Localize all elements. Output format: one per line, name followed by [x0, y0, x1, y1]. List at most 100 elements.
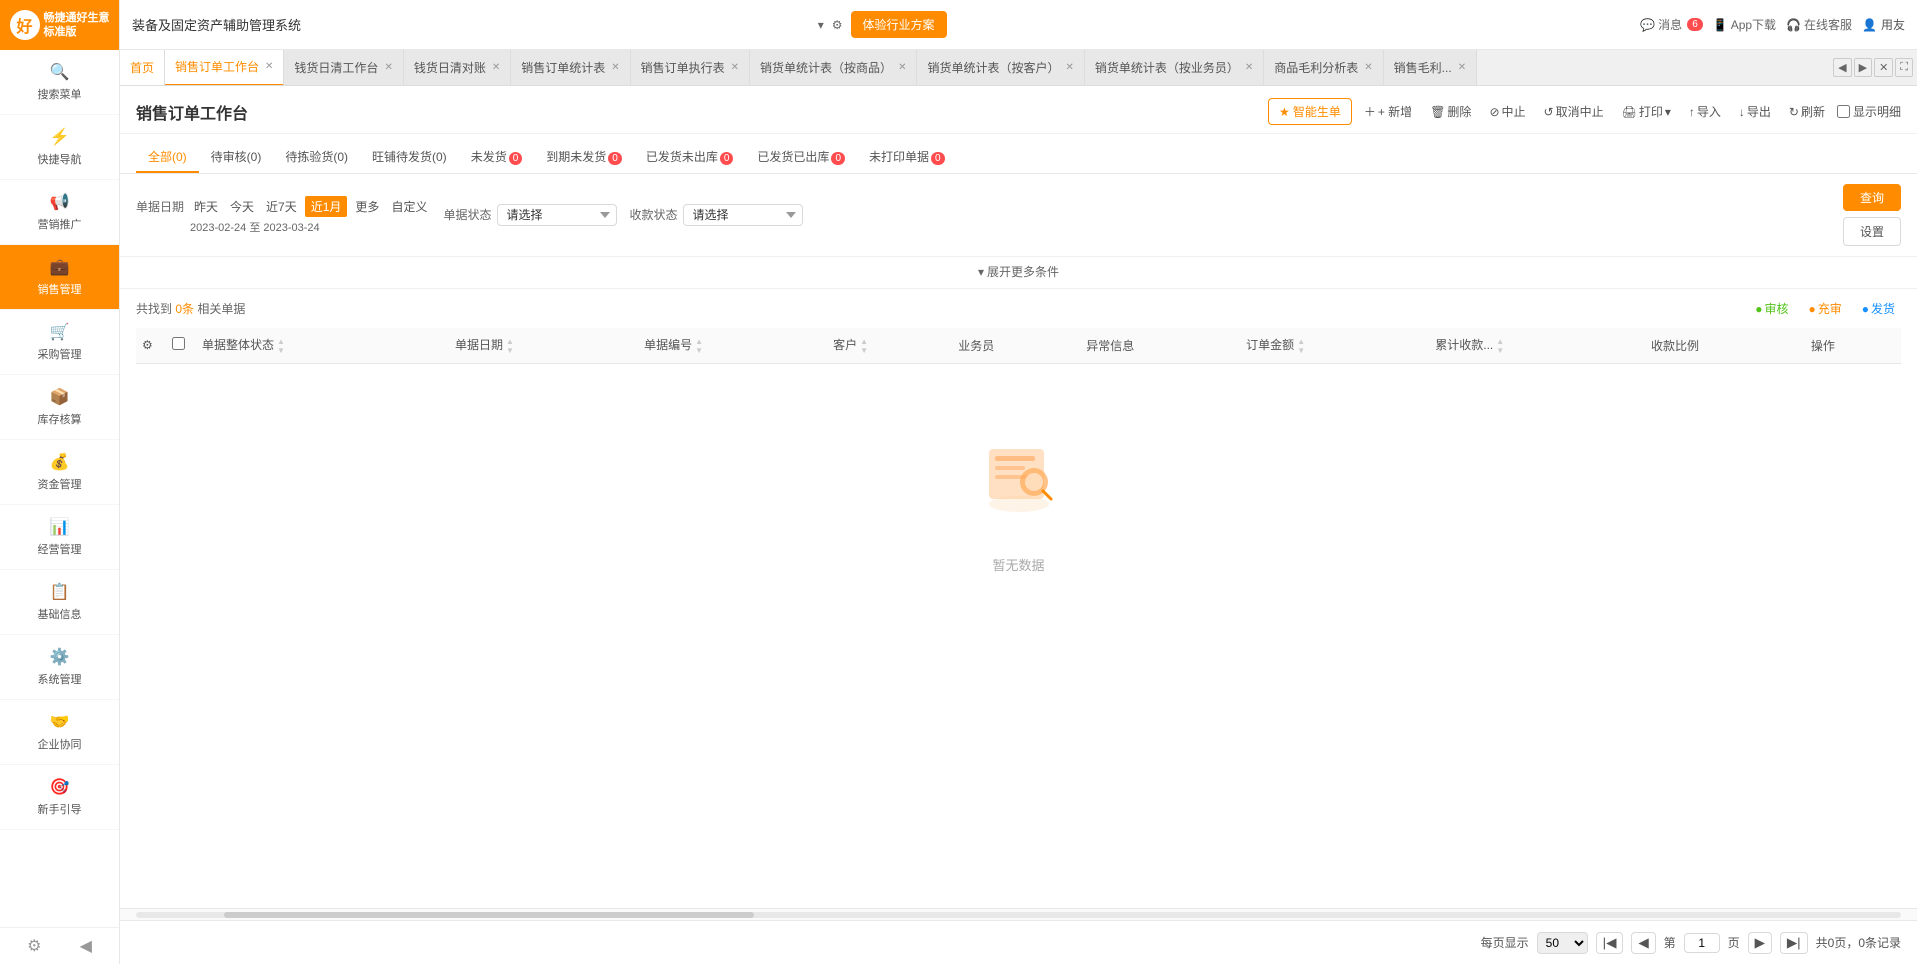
stop-btn[interactable]: ⊘ 中止: [1483, 99, 1531, 124]
payment-filter-select[interactable]: 请选择: [683, 204, 803, 226]
sub-tab-wangpu-pending[interactable]: 旺铺待发货(0): [360, 142, 459, 173]
th-overall-status[interactable]: 单据整体状态▲▼: [196, 328, 449, 363]
add-btn[interactable]: ＋ + 新增: [1358, 99, 1418, 124]
sidebar-item-8[interactable]: 📋基础信息: [0, 570, 119, 635]
tab-fullscreen-btn[interactable]: ⛶: [1895, 58, 1913, 77]
select-all-checkbox[interactable]: [172, 337, 185, 350]
tab-prev-btn[interactable]: ◀: [1833, 58, 1851, 77]
sidebar-item-2[interactable]: 📢营销推广: [0, 180, 119, 245]
tab-sales-by-customer[interactable]: 销货单统计表（按客户） ✕: [917, 50, 1084, 86]
sub-tab-all[interactable]: 全部(0): [136, 142, 199, 173]
sidebar-item-7[interactable]: 📊经营管理: [0, 505, 119, 570]
sidebar-item-0[interactable]: 🔍搜索菜单: [0, 50, 119, 115]
sidebar-item-5[interactable]: 📦库存核算: [0, 375, 119, 440]
sub-tab-not-printed[interactable]: 未打印单据0: [857, 142, 957, 173]
page-prev-btn[interactable]: ◀: [1631, 932, 1655, 954]
tab-close-margin[interactable]: ✕: [1364, 62, 1372, 73]
th-settings[interactable]: ⚙: [136, 328, 166, 363]
tab-daily-clear[interactable]: 钱货日清工作台 ✕: [284, 50, 403, 86]
last7days-option[interactable]: 近7天: [262, 196, 301, 217]
tab-order-exec[interactable]: 销售订单执行表 ✕: [631, 50, 750, 86]
tab-close-sales-product[interactable]: ✕: [898, 62, 906, 73]
collapse-sidebar-icon[interactable]: ◀: [80, 936, 92, 956]
sidebar-item-10[interactable]: 🤝企业协同: [0, 700, 119, 765]
message-btn[interactable]: 💬 消息 6: [1640, 16, 1703, 33]
system-dropdown-icon[interactable]: ▾: [818, 18, 824, 32]
tab-close-all-btn[interactable]: ✕: [1874, 58, 1893, 77]
expand-more-btn[interactable]: ▾ 展开更多条件: [978, 263, 1059, 280]
tab-next-btn[interactable]: ▶: [1854, 58, 1872, 77]
scroll-thumb[interactable]: [224, 912, 754, 918]
tab-close-order-exec[interactable]: ✕: [731, 62, 739, 73]
query-btn[interactable]: 查询: [1843, 184, 1901, 211]
settings-icon-btn[interactable]: ⚙: [832, 18, 843, 32]
sub-tab-overdue-ship[interactable]: 到期未发货0: [534, 142, 634, 173]
per-page-select[interactable]: 50 10 20 100: [1537, 932, 1588, 954]
sub-tab-shipped-out[interactable]: 已发货已出库0: [745, 142, 857, 173]
today-option[interactable]: 今天: [226, 196, 258, 217]
th-amount[interactable]: 订单金额▲▼: [1240, 328, 1429, 363]
sidebar-item-4[interactable]: 🛒采购管理: [0, 310, 119, 375]
tab-sales-workbench[interactable]: 销售订单工作台 ✕: [165, 50, 284, 86]
tab-close-sales-margin[interactable]: ✕: [1458, 62, 1466, 73]
custom-date-option[interactable]: 自定义: [387, 196, 431, 217]
shenhe-btn[interactable]: ● 审核: [1749, 297, 1794, 320]
tab-sales-by-staff[interactable]: 销货单统计表（按业务员） ✕: [1085, 50, 1264, 86]
tab-margin-analysis[interactable]: 商品毛利分析表 ✕: [1264, 50, 1383, 86]
print-btn[interactable]: 🖨 打印 ▾: [1616, 99, 1677, 124]
settings-bottom-icon[interactable]: ⚙: [27, 936, 41, 956]
tab-close-sales-workbench[interactable]: ✕: [265, 61, 273, 72]
fahuo-btn[interactable]: ● 发货: [1856, 297, 1901, 320]
table-toolbar: 共找到 0条 相关单据 ● 审核 ● 充审 ● 发货: [120, 289, 1917, 328]
page-last-btn[interactable]: ▶|: [1780, 932, 1808, 954]
user-area[interactable]: 👤 用友: [1862, 16, 1905, 33]
sub-tab-not-shipped[interactable]: 未发货0: [459, 142, 535, 173]
tab-reconcile[interactable]: 钱货日清对账 ✕: [404, 50, 511, 86]
smart-generate-btn[interactable]: ★ 智能生单: [1268, 98, 1352, 125]
status-filter-select[interactable]: 请选择: [497, 204, 617, 226]
tab-home[interactable]: 首页: [120, 50, 165, 86]
tab-sales-margin[interactable]: 销售毛利... ✕: [1384, 50, 1477, 86]
filter-settings-btn[interactable]: 设置: [1843, 217, 1901, 246]
yesterday-option[interactable]: 昨天: [190, 196, 222, 217]
tab-sales-by-product[interactable]: 销货单统计表（按商品） ✕: [750, 50, 917, 86]
page-label: 第: [1664, 934, 1676, 951]
export-btn[interactable]: ↓ 导出: [1733, 99, 1777, 124]
sub-tab-pending-review[interactable]: 待审核(0): [199, 142, 274, 173]
th-cumulative[interactable]: 累计收款...▲▼: [1429, 328, 1645, 363]
fenshen-btn[interactable]: ● 充审: [1802, 297, 1847, 320]
page-next-btn[interactable]: ▶: [1748, 932, 1772, 954]
main-area: 装备及固定资产辅助管理系统 ▾ ⚙ 体验行业方案 💬 消息 6 📱 App下载 …: [120, 0, 1917, 964]
industry-btn[interactable]: 体验行业方案: [851, 11, 947, 38]
tab-close-reconcile[interactable]: ✕: [492, 62, 500, 73]
sub-tab-shipped-not-out[interactable]: 已发货未出库0: [634, 142, 746, 173]
th-number[interactable]: 单据编号▲▼: [638, 328, 827, 363]
th-checkbox[interactable]: [166, 328, 196, 363]
sidebar-item-11[interactable]: 🎯新手引导: [0, 765, 119, 830]
tab-close-sales-staff[interactable]: ✕: [1245, 62, 1253, 73]
last-month-option[interactable]: 近1月: [305, 196, 348, 217]
refresh-btn[interactable]: ↻ 刷新: [1783, 99, 1831, 124]
sidebar-item-6[interactable]: 💰资金管理: [0, 440, 119, 505]
tab-order-stats[interactable]: 销售订单统计表 ✕: [511, 50, 630, 86]
sidebar-item-3[interactable]: 💼销售管理: [0, 245, 119, 310]
cancel-stop-btn[interactable]: ↺ 取消中止: [1538, 99, 1610, 124]
app-download-btn[interactable]: 📱 App下载: [1713, 16, 1776, 33]
tab-close-daily-clear[interactable]: ✕: [384, 62, 392, 73]
page-first-btn[interactable]: |◀: [1596, 932, 1624, 954]
show-detail-input[interactable]: [1837, 105, 1850, 118]
page-number-input[interactable]: [1684, 933, 1720, 953]
delete-btn[interactable]: 🗑 删除: [1424, 99, 1477, 124]
import-btn[interactable]: ↑ 导入: [1683, 99, 1727, 124]
th-date[interactable]: 单据日期▲▼: [449, 328, 638, 363]
sub-tab-pending-inspect[interactable]: 待拣验货(0): [273, 142, 360, 173]
th-customer[interactable]: 客户▲▼: [827, 328, 952, 363]
show-detail-checkbox[interactable]: 显示明细: [1837, 103, 1901, 120]
more-date-option[interactable]: 更多: [351, 196, 383, 217]
online-service-btn[interactable]: 🎧 在线客服: [1786, 16, 1852, 33]
tab-close-order-stats[interactable]: ✕: [611, 62, 619, 73]
tab-close-sales-customer[interactable]: ✕: [1065, 62, 1073, 73]
horizontal-scrollbar[interactable]: [120, 908, 1917, 920]
sidebar-item-1[interactable]: ⚡快捷导航: [0, 115, 119, 180]
sidebar-item-9[interactable]: ⚙️系统管理: [0, 635, 119, 700]
